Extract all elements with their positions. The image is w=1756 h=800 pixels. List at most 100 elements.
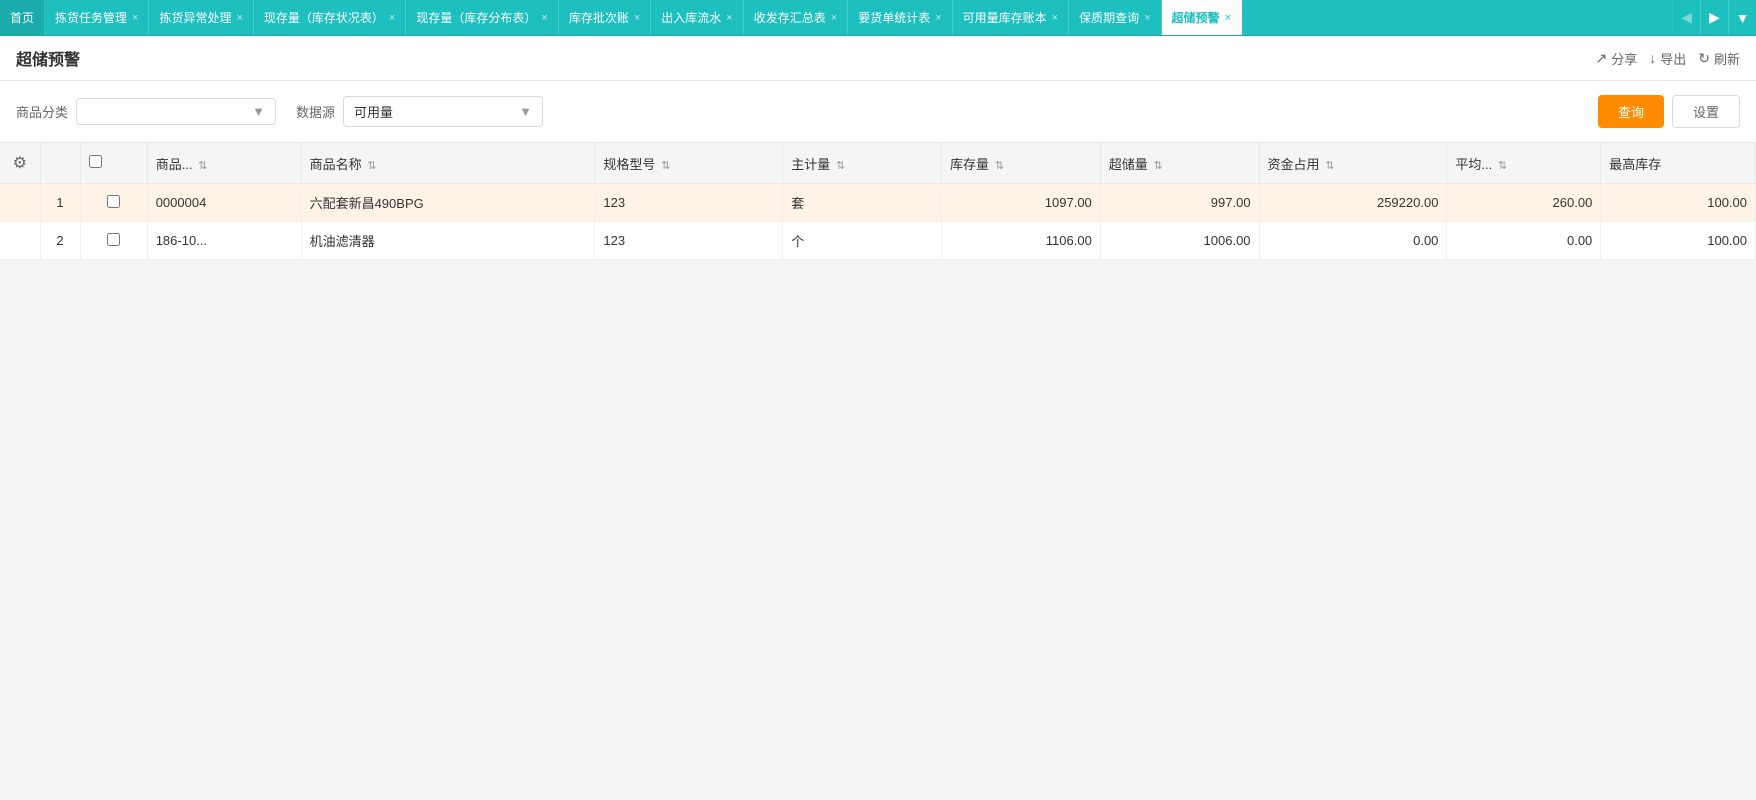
row-stock-0: 1097.00 bbox=[942, 184, 1101, 222]
export-button[interactable]: ↓ 导出 bbox=[1649, 49, 1686, 68]
close-icon-inventory-status[interactable]: × bbox=[389, 12, 395, 24]
th-spec[interactable]: 规格型号 ⇅ bbox=[595, 143, 783, 184]
product-category-group: 商品分类 ▼ bbox=[16, 98, 276, 125]
row-checkbox-1[interactable] bbox=[107, 233, 120, 246]
row-max-stock-0: 100.00 bbox=[1601, 184, 1756, 222]
nav-item-quality-check[interactable]: 保质期查询× bbox=[1069, 0, 1161, 36]
table-row: 2186-10...机油滤清器123个1106.001006.000.000.0… bbox=[0, 222, 1756, 260]
nav-item-batch-account[interactable]: 库存批次账× bbox=[559, 0, 651, 36]
data-table: ⚙ 商品... ⇅ 商品名称 ⇅ 规格型号 ⇅ bbox=[0, 143, 1756, 260]
row-product-name-0: 六配套新昌490BPG bbox=[301, 184, 595, 222]
row-unit-0: 套 bbox=[783, 184, 942, 222]
nav-item-inventory-dist[interactable]: 现存量（库存分布表）× bbox=[406, 0, 558, 36]
close-icon-receive-send[interactable]: × bbox=[831, 12, 837, 24]
th-checkbox bbox=[80, 143, 147, 184]
close-icon-quality-check[interactable]: × bbox=[1144, 12, 1150, 24]
close-icon-exception[interactable]: × bbox=[236, 12, 242, 24]
close-icon-in-out-flow[interactable]: × bbox=[726, 12, 732, 24]
nav-item-overstock-warning[interactable]: 超储预警× bbox=[1162, 0, 1242, 36]
share-button[interactable]: ↗ 分享 bbox=[1595, 49, 1637, 68]
nav-item-inventory-status[interactable]: 现存量（库存状况表）× bbox=[254, 0, 406, 36]
settings-button[interactable]: 设置 bbox=[1672, 95, 1740, 128]
nav-item-available-account[interactable]: 可用量库存账本× bbox=[953, 0, 1069, 36]
row-checkbox-cell-0 bbox=[80, 184, 147, 222]
th-unit-label: 主计量 bbox=[791, 157, 830, 172]
capital-sort-icon: ⇅ bbox=[1325, 160, 1334, 172]
row-spec-0: 123 bbox=[595, 184, 783, 222]
share-icon: ↗ bbox=[1595, 50, 1607, 67]
row-product-code-1: 186-10... bbox=[147, 222, 301, 260]
avg-sort-icon: ⇅ bbox=[1498, 160, 1507, 172]
table-settings-icon[interactable]: ⚙ bbox=[8, 153, 32, 173]
filter-area: 商品分类 ▼ 数据源 可用量 ▼ 查询 设置 bbox=[0, 81, 1756, 143]
th-capital[interactable]: 资金占用 ⇅ bbox=[1259, 143, 1447, 184]
row-product-code-0: 0000004 bbox=[147, 184, 301, 222]
nav-item-order-stats[interactable]: 要货单统计表× bbox=[848, 0, 952, 36]
row-settings-0 bbox=[0, 184, 40, 222]
refresh-button[interactable]: ↻ 刷新 bbox=[1698, 49, 1740, 68]
product-name-sort-icon: ⇅ bbox=[367, 160, 376, 172]
close-icon-batch-account[interactable]: × bbox=[634, 12, 640, 24]
nav-item-in-out-flow[interactable]: 出入库流水× bbox=[651, 0, 743, 36]
refresh-icon: ↻ bbox=[1698, 50, 1710, 67]
close-icon-inventory-dist[interactable]: × bbox=[541, 12, 547, 24]
th-num bbox=[40, 143, 80, 184]
th-overstock[interactable]: 超储量 ⇅ bbox=[1100, 143, 1259, 184]
export-icon: ↓ bbox=[1649, 50, 1656, 66]
close-icon-overstock-warning[interactable]: × bbox=[1225, 12, 1231, 24]
nav-arrows: ◀ ▶ ▼ bbox=[1672, 0, 1756, 36]
row-overstock-1: 1006.00 bbox=[1100, 222, 1259, 260]
th-avg[interactable]: 平均... ⇅ bbox=[1447, 143, 1601, 184]
close-icon-available-account[interactable]: × bbox=[1052, 12, 1058, 24]
row-num-1: 2 bbox=[40, 222, 80, 260]
row-spec-1: 123 bbox=[595, 222, 783, 260]
data-source-value: 可用量 bbox=[354, 102, 393, 121]
nav-arrow-right[interactable]: ▶ bbox=[1700, 0, 1728, 36]
page-header: 超储预警 ↗ 分享 ↓ 导出 ↻ 刷新 bbox=[0, 36, 1756, 81]
header-actions: ↗ 分享 ↓ 导出 ↻ 刷新 bbox=[1595, 49, 1740, 68]
nav-arrow-left[interactable]: ◀ bbox=[1672, 0, 1700, 36]
th-capital-label: 资金占用 bbox=[1268, 157, 1320, 172]
th-settings: ⚙ bbox=[0, 143, 40, 184]
product-code-sort-icon: ⇅ bbox=[198, 160, 207, 172]
close-icon-task-mgmt[interactable]: × bbox=[132, 12, 138, 24]
th-max-stock: 最高库存 bbox=[1601, 143, 1756, 184]
th-stock-label: 库存量 bbox=[950, 157, 989, 172]
table-header-row: ⚙ 商品... ⇅ 商品名称 ⇅ 规格型号 ⇅ bbox=[0, 143, 1756, 184]
query-button[interactable]: 查询 bbox=[1598, 95, 1664, 128]
unit-sort-icon: ⇅ bbox=[836, 160, 845, 172]
product-category-select[interactable]: ▼ bbox=[76, 98, 276, 125]
nav-item-home[interactable]: 首页 bbox=[0, 0, 45, 36]
row-checkbox-0[interactable] bbox=[107, 195, 120, 208]
th-avg-label: 平均... bbox=[1455, 157, 1492, 172]
row-capital-1: 0.00 bbox=[1259, 222, 1447, 260]
th-stock[interactable]: 库存量 ⇅ bbox=[942, 143, 1101, 184]
data-source-label: 数据源 bbox=[296, 102, 335, 121]
row-product-name-1: 机油滤清器 bbox=[301, 222, 595, 260]
product-category-label: 商品分类 bbox=[16, 102, 68, 121]
row-stock-1: 1106.00 bbox=[942, 222, 1101, 260]
row-unit-1: 个 bbox=[783, 222, 942, 260]
overstock-sort-icon: ⇅ bbox=[1153, 160, 1162, 172]
th-overstock-label: 超储量 bbox=[1109, 157, 1148, 172]
table-row: 10000004六配套新昌490BPG123套1097.00997.002592… bbox=[0, 184, 1756, 222]
th-product-code[interactable]: 商品... ⇅ bbox=[147, 143, 301, 184]
th-unit[interactable]: 主计量 ⇅ bbox=[783, 143, 942, 184]
row-avg-1: 0.00 bbox=[1447, 222, 1601, 260]
nav-arrow-expand[interactable]: ▼ bbox=[1728, 0, 1756, 36]
select-all-checkbox[interactable] bbox=[89, 155, 102, 168]
data-source-select[interactable]: 可用量 ▼ bbox=[343, 96, 543, 127]
table-container: ⚙ 商品... ⇅ 商品名称 ⇅ 规格型号 ⇅ bbox=[0, 143, 1756, 260]
nav-item-exception[interactable]: 拣货异常处理× bbox=[149, 0, 253, 36]
th-product-name-label: 商品名称 bbox=[310, 157, 362, 172]
close-icon-order-stats[interactable]: × bbox=[935, 12, 941, 24]
data-source-arrow-icon: ▼ bbox=[519, 104, 532, 119]
nav-item-receive-send[interactable]: 收发存汇总表× bbox=[744, 0, 848, 36]
nav-item-task-mgmt[interactable]: 拣货任务管理× bbox=[45, 0, 149, 36]
th-product-code-label: 商品... bbox=[156, 157, 193, 172]
page-title: 超储预警 bbox=[16, 46, 80, 70]
row-overstock-0: 997.00 bbox=[1100, 184, 1259, 222]
top-nav: 首页拣货任务管理×拣货异常处理×现存量（库存状况表）×现存量（库存分布表）×库存… bbox=[0, 0, 1756, 36]
th-product-name[interactable]: 商品名称 ⇅ bbox=[301, 143, 595, 184]
row-checkbox-cell-1 bbox=[80, 222, 147, 260]
